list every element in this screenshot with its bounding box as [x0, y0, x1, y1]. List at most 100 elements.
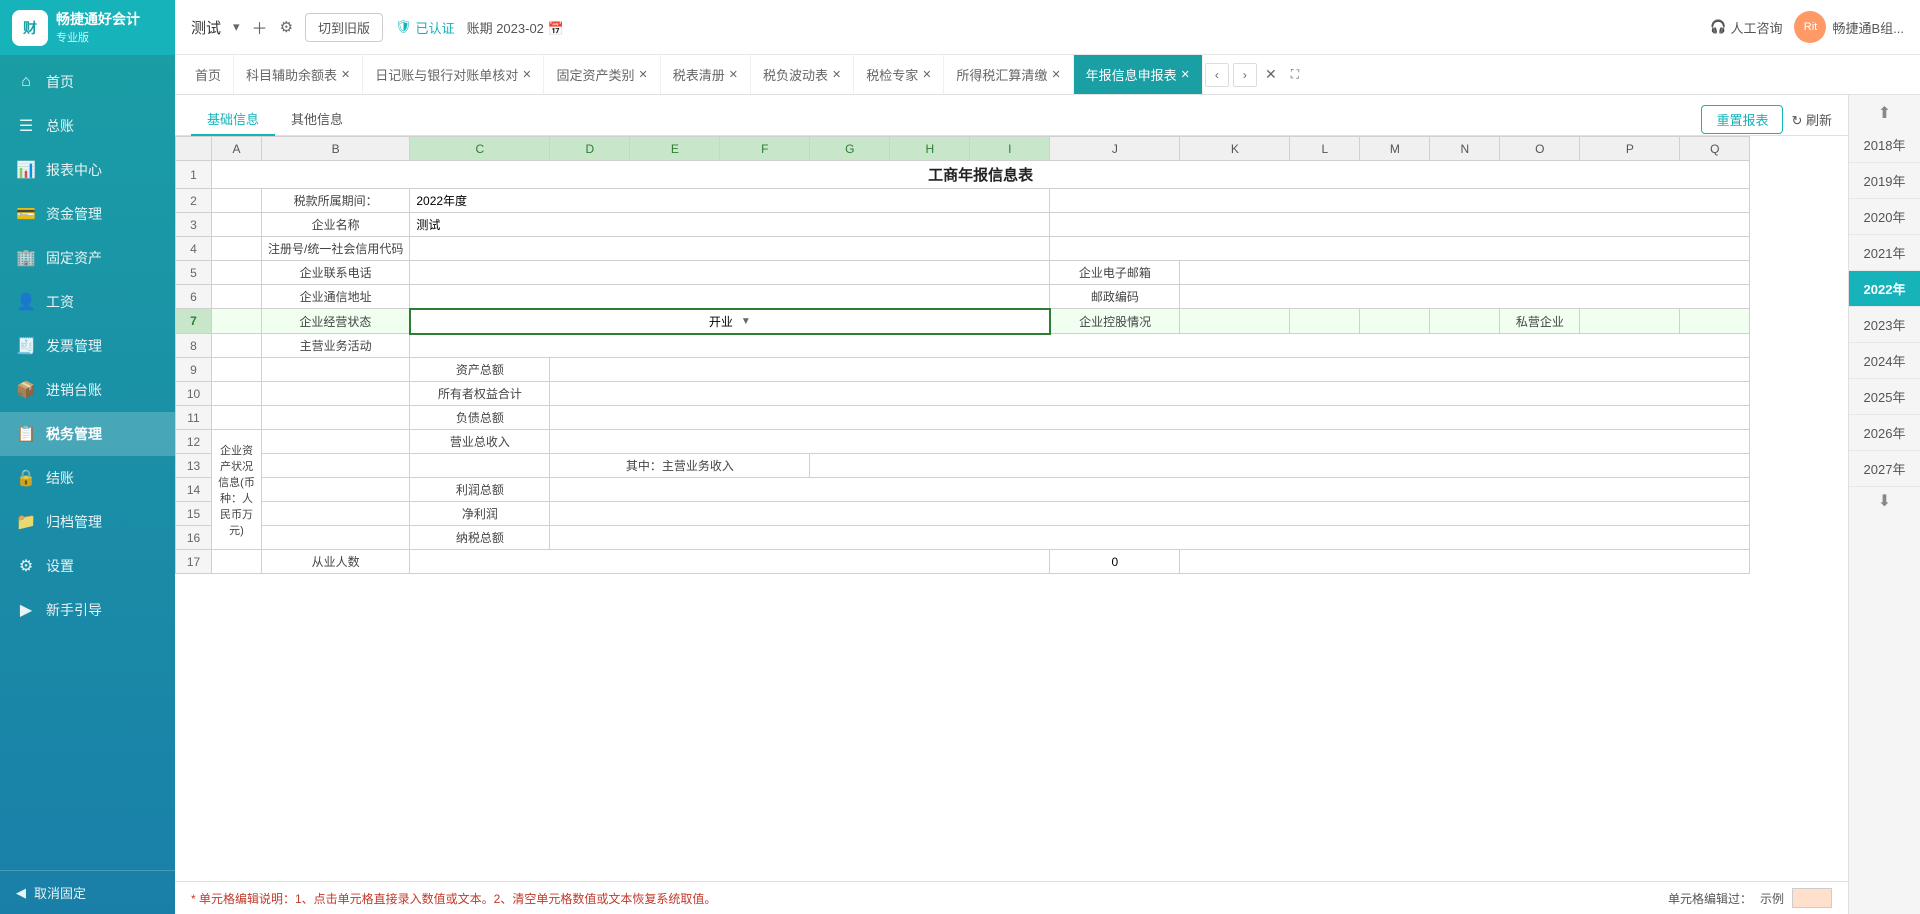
cell-7-M[interactable] — [1360, 309, 1430, 334]
cell-16-B[interactable] — [262, 526, 410, 550]
cell-7-O[interactable]: 私营企业 — [1500, 309, 1580, 334]
cell-10-A[interactable] — [212, 382, 262, 406]
sidebar-item-closing[interactable]: 🔒 结账 — [0, 456, 175, 500]
cell-17-K[interactable] — [1180, 550, 1750, 574]
tab-income-tax[interactable]: 所得税汇算清缴✕ — [944, 55, 1073, 95]
col-header-O[interactable]: O — [1500, 137, 1580, 161]
tab-close-icon[interactable]: ✕ — [729, 68, 738, 81]
cell-6-C[interactable] — [410, 285, 1050, 309]
year-item[interactable]: 2024年 — [1849, 343, 1920, 379]
cell-15-D[interactable] — [550, 502, 1750, 526]
dropdown-arrow-icon[interactable]: ▼ — [741, 316, 751, 327]
cell-16-D[interactable] — [550, 526, 1750, 550]
tab-close-icon[interactable]: ✕ — [1181, 68, 1190, 81]
sidebar-item-invoice[interactable]: 🧾 发票管理 — [0, 324, 175, 368]
cell-7-J[interactable]: 企业控股情况 — [1050, 309, 1180, 334]
user-menu[interactable]: Rit 畅捷通B组... — [1794, 11, 1904, 43]
cell-12-A[interactable]: 企业资产状况信息(币种：人民币万元) — [212, 430, 262, 550]
subtab-other[interactable]: 其他信息 — [275, 103, 359, 136]
col-header-J[interactable]: J — [1050, 137, 1180, 161]
table-title-cell[interactable]: 工商年报信息表 — [212, 161, 1750, 189]
switch-version-btn[interactable]: 切到旧版 — [305, 13, 383, 42]
sidebar-item-settings[interactable]: ⚙ 设置 — [0, 544, 175, 588]
cell-17-J[interactable]: 0 — [1050, 550, 1180, 574]
cell-6-B[interactable]: 企业通信地址 — [262, 285, 410, 309]
tab-journal-bank[interactable]: 日记账与银行对账单核对✕ — [363, 55, 544, 95]
cell-9-D[interactable] — [550, 358, 1750, 382]
cell-8-B[interactable]: 主营业务活动 — [262, 334, 410, 358]
subtab-basic[interactable]: 基础信息 — [191, 103, 275, 136]
refresh-btn[interactable]: ↻ 刷新 — [1791, 110, 1832, 129]
cell-2-C[interactable]: 2022年度 — [410, 189, 1050, 213]
year-item[interactable]: 2021年 — [1849, 235, 1920, 271]
cell-12-B[interactable] — [262, 430, 410, 454]
col-header-B[interactable]: B — [262, 137, 410, 161]
year-item[interactable]: 2020年 — [1849, 199, 1920, 235]
cell-6-K[interactable] — [1180, 285, 1750, 309]
tab-fixed-assets-cat[interactable]: 固定资产类别✕ — [544, 55, 660, 95]
cell-11-D[interactable] — [550, 406, 1750, 430]
consult-btn[interactable]: 🎧 人工咨询 — [1710, 18, 1782, 37]
topbar-add-btn[interactable]: ＋ — [252, 15, 268, 39]
cell-13-F[interactable] — [810, 454, 1750, 478]
cell-17-B[interactable]: 从业人数 — [262, 550, 410, 574]
col-header-N[interactable]: N — [1430, 137, 1500, 161]
tab-close-icon[interactable]: ✕ — [522, 68, 531, 81]
cell-4-A[interactable] — [212, 237, 262, 261]
cell-5-J[interactable]: 企业电子邮箱 — [1050, 261, 1180, 285]
tab-close-icon[interactable]: ✕ — [922, 68, 931, 81]
cell-5-A[interactable] — [212, 261, 262, 285]
col-header-Q[interactable]: Q — [1680, 137, 1750, 161]
sidebar-item-archive[interactable]: 📁 归档管理 — [0, 500, 175, 544]
cell-3-C[interactable]: 测试 — [410, 213, 1050, 237]
tab-close-icon[interactable]: ✕ — [341, 68, 350, 81]
tab-expand-btn[interactable]: ⛶ — [1283, 63, 1307, 87]
cell-17-C[interactable] — [410, 550, 1050, 574]
year-item[interactable]: 2022年 — [1849, 271, 1920, 307]
year-item[interactable]: 2019年 — [1849, 163, 1920, 199]
year-item[interactable]: 2026年 — [1849, 415, 1920, 451]
cell-14-D[interactable] — [550, 478, 1750, 502]
tab-tax-wave[interactable]: 税负波动表✕ — [751, 55, 854, 95]
cell-13-C[interactable] — [410, 454, 550, 478]
cell-9-B[interactable] — [262, 358, 410, 382]
col-header-A[interactable]: A — [212, 137, 262, 161]
cell-14-C[interactable]: 利润总额 — [410, 478, 550, 502]
tab-close-icon[interactable]: ✕ — [1051, 68, 1060, 81]
topbar-settings-icon[interactable]: ⚙ — [280, 18, 293, 36]
cell-8-A[interactable] — [212, 334, 262, 358]
cell-8-C[interactable] — [410, 334, 1750, 358]
year-nav-down-btn[interactable]: ⬇ — [1849, 487, 1920, 515]
col-header-D[interactable]: D — [550, 137, 630, 161]
sidebar-item-reports[interactable]: 📊 报表中心 — [0, 148, 175, 192]
cell-2-A[interactable] — [212, 189, 262, 213]
cell-10-B[interactable] — [262, 382, 410, 406]
col-header-I[interactable]: I — [970, 137, 1050, 161]
cell-3-A[interactable] — [212, 213, 262, 237]
year-item[interactable]: 2018年 — [1849, 127, 1920, 163]
sidebar-item-funds[interactable]: 💳 资金管理 — [0, 192, 175, 236]
cell-4-J[interactable] — [1050, 237, 1750, 261]
tab-home[interactable]: 首页 — [183, 55, 234, 95]
col-header-F[interactable]: F — [720, 137, 810, 161]
col-header-L[interactable]: L — [1290, 137, 1360, 161]
tab-annual-report[interactable]: 年报信息申报表✕ — [1074, 55, 1203, 95]
cell-4-B[interactable]: 注册号/统一社会信用代码 — [262, 237, 410, 261]
cell-7-Q[interactable] — [1680, 309, 1750, 334]
tab-close-icon[interactable]: ✕ — [639, 68, 648, 81]
tab-close-icon[interactable]: ✕ — [832, 68, 841, 81]
cell-5-C[interactable] — [410, 261, 1050, 285]
tab-prev-btn[interactable]: ‹ — [1205, 63, 1229, 87]
cell-7-N[interactable] — [1430, 309, 1500, 334]
col-header-E[interactable]: E — [630, 137, 720, 161]
year-item[interactable]: 2025年 — [1849, 379, 1920, 415]
cell-5-K[interactable] — [1180, 261, 1750, 285]
cell-17-A[interactable] — [212, 550, 262, 574]
cell-15-B[interactable] — [262, 502, 410, 526]
cell-7-L[interactable] — [1290, 309, 1360, 334]
col-header-G[interactable]: G — [810, 137, 890, 161]
cell-3-B[interactable]: 企业名称 — [262, 213, 410, 237]
cell-13-B[interactable] — [262, 454, 410, 478]
cell-2-B[interactable]: 税款所属期间： — [262, 189, 410, 213]
col-header-M[interactable]: M — [1360, 137, 1430, 161]
